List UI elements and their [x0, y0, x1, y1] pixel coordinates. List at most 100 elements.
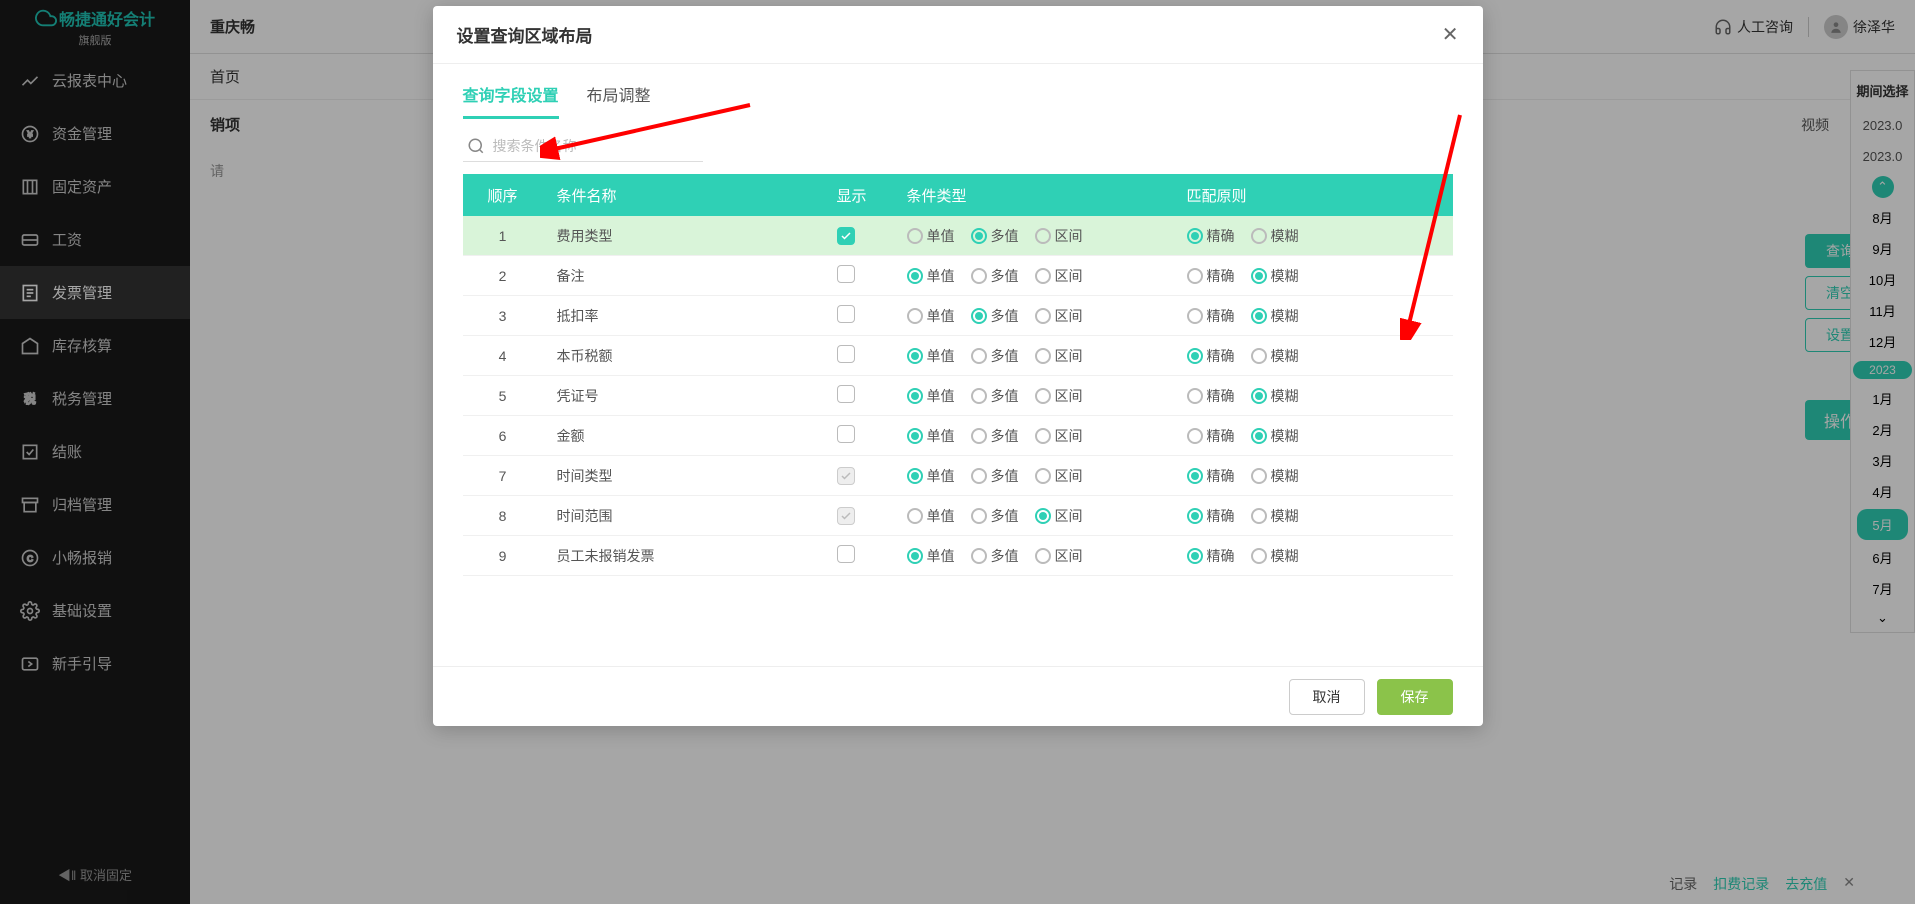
radio-single[interactable]: 单值 — [907, 226, 955, 246]
radio-exact[interactable]: 精确 — [1187, 466, 1235, 486]
radio-exact[interactable]: 精确 — [1187, 426, 1235, 446]
radio-exact[interactable]: 精确 — [1187, 386, 1235, 406]
cell-show — [823, 385, 893, 406]
radio-range[interactable]: 区间 — [1035, 386, 1083, 406]
cell-show — [823, 545, 893, 566]
cancel-button[interactable]: 取消 — [1289, 679, 1365, 715]
table-row: 1 费用类型 单值多值区间 精确模糊 — [463, 216, 1453, 256]
radio-fuzzy[interactable]: 模糊 — [1251, 426, 1299, 446]
search-box — [463, 131, 703, 162]
table-row: 8 时间范围 单值多值区间 精确模糊 — [463, 496, 1453, 536]
show-checkbox[interactable] — [837, 425, 855, 443]
cell-seq: 6 — [463, 428, 543, 444]
show-checkbox[interactable] — [837, 227, 855, 245]
cell-name: 员工未报销发票 — [543, 546, 823, 566]
search-icon — [467, 137, 485, 155]
radio-range[interactable]: 区间 — [1035, 546, 1083, 566]
radio-single[interactable]: 单值 — [907, 306, 955, 326]
show-checkbox[interactable] — [837, 265, 855, 283]
radio-single[interactable]: 单值 — [907, 386, 955, 406]
radio-multi[interactable]: 多值 — [971, 226, 1019, 246]
radio-multi[interactable]: 多值 — [971, 506, 1019, 526]
radio-fuzzy[interactable]: 模糊 — [1251, 226, 1299, 246]
cell-seq: 8 — [463, 508, 543, 524]
cell-seq: 7 — [463, 468, 543, 484]
show-checkbox — [837, 467, 855, 485]
radio-exact[interactable]: 精确 — [1187, 306, 1235, 326]
close-icon[interactable]: ✕ — [1442, 22, 1459, 47]
settings-modal: 设置查询区域布局 ✕ 查询字段设置 布局调整 顺序 条件名称 显示 条件类型 匹… — [433, 6, 1483, 726]
radio-fuzzy[interactable]: 模糊 — [1251, 546, 1299, 566]
radio-single[interactable]: 单值 — [907, 506, 955, 526]
radio-range[interactable]: 区间 — [1035, 346, 1083, 366]
show-checkbox[interactable] — [837, 345, 855, 363]
radio-fuzzy[interactable]: 模糊 — [1251, 306, 1299, 326]
cell-type: 单值多值区间 — [893, 426, 1173, 446]
show-checkbox[interactable] — [837, 305, 855, 323]
cell-type: 单值多值区间 — [893, 306, 1173, 326]
cell-show — [823, 425, 893, 446]
radio-exact[interactable]: 精确 — [1187, 226, 1235, 246]
table-row: 6 金额 单值多值区间 精确模糊 — [463, 416, 1453, 456]
radio-single[interactable]: 单值 — [907, 346, 955, 366]
cell-name: 抵扣率 — [543, 306, 823, 326]
radio-fuzzy[interactable]: 模糊 — [1251, 506, 1299, 526]
col-show: 显示 — [823, 185, 893, 206]
radio-exact[interactable]: 精确 — [1187, 546, 1235, 566]
radio-multi[interactable]: 多值 — [971, 346, 1019, 366]
radio-fuzzy[interactable]: 模糊 — [1251, 386, 1299, 406]
cell-match: 精确模糊 — [1173, 346, 1403, 366]
radio-range[interactable]: 区间 — [1035, 426, 1083, 446]
radio-exact[interactable]: 精确 — [1187, 346, 1235, 366]
cell-seq: 9 — [463, 548, 543, 564]
search-input[interactable] — [493, 138, 693, 154]
modal-header: 设置查询区域布局 ✕ — [433, 6, 1483, 64]
radio-single[interactable]: 单值 — [907, 266, 955, 286]
cell-seq: 1 — [463, 228, 543, 244]
radio-range[interactable]: 区间 — [1035, 226, 1083, 246]
radio-single[interactable]: 单值 — [907, 426, 955, 446]
cell-match: 精确模糊 — [1173, 266, 1403, 286]
radio-single[interactable]: 单值 — [907, 466, 955, 486]
cell-match: 精确模糊 — [1173, 546, 1403, 566]
cell-match: 精确模糊 — [1173, 386, 1403, 406]
radio-multi[interactable]: 多值 — [971, 386, 1019, 406]
radio-exact[interactable]: 精确 — [1187, 266, 1235, 286]
radio-multi[interactable]: 多值 — [971, 466, 1019, 486]
cell-name: 时间范围 — [543, 506, 823, 526]
tab-layout[interactable]: 布局调整 — [587, 82, 651, 119]
col-type: 条件类型 — [893, 185, 1173, 206]
table-row: 9 员工未报销发票 单值多值区间 精确模糊 — [463, 536, 1453, 576]
show-checkbox[interactable] — [837, 385, 855, 403]
show-checkbox[interactable] — [837, 545, 855, 563]
cell-name: 备注 — [543, 266, 823, 286]
radio-fuzzy[interactable]: 模糊 — [1251, 266, 1299, 286]
cell-seq: 5 — [463, 388, 543, 404]
cell-match: 精确模糊 — [1173, 426, 1403, 446]
cell-show — [823, 345, 893, 366]
radio-multi[interactable]: 多值 — [971, 426, 1019, 446]
radio-range[interactable]: 区间 — [1035, 506, 1083, 526]
cell-name: 费用类型 — [543, 226, 823, 246]
show-checkbox — [837, 507, 855, 525]
tab-query-fields[interactable]: 查询字段设置 — [463, 82, 559, 119]
save-button[interactable]: 保存 — [1377, 679, 1453, 715]
radio-range[interactable]: 区间 — [1035, 466, 1083, 486]
cell-name: 凭证号 — [543, 386, 823, 406]
radio-fuzzy[interactable]: 模糊 — [1251, 346, 1299, 366]
radio-fuzzy[interactable]: 模糊 — [1251, 466, 1299, 486]
table-row: 2 备注 单值多值区间 精确模糊 — [463, 256, 1453, 296]
radio-range[interactable]: 区间 — [1035, 266, 1083, 286]
radio-exact[interactable]: 精确 — [1187, 506, 1235, 526]
cell-seq: 2 — [463, 268, 543, 284]
radio-multi[interactable]: 多值 — [971, 546, 1019, 566]
cell-type: 单值多值区间 — [893, 506, 1173, 526]
radio-multi[interactable]: 多值 — [971, 306, 1019, 326]
col-order: 顺序 — [463, 185, 543, 206]
table-header: 顺序 条件名称 显示 条件类型 匹配原则 — [463, 174, 1453, 216]
radio-single[interactable]: 单值 — [907, 546, 955, 566]
radio-multi[interactable]: 多值 — [971, 266, 1019, 286]
radio-range[interactable]: 区间 — [1035, 306, 1083, 326]
table-row: 7 时间类型 单值多值区间 精确模糊 — [463, 456, 1453, 496]
col-match: 匹配原则 — [1173, 185, 1403, 206]
